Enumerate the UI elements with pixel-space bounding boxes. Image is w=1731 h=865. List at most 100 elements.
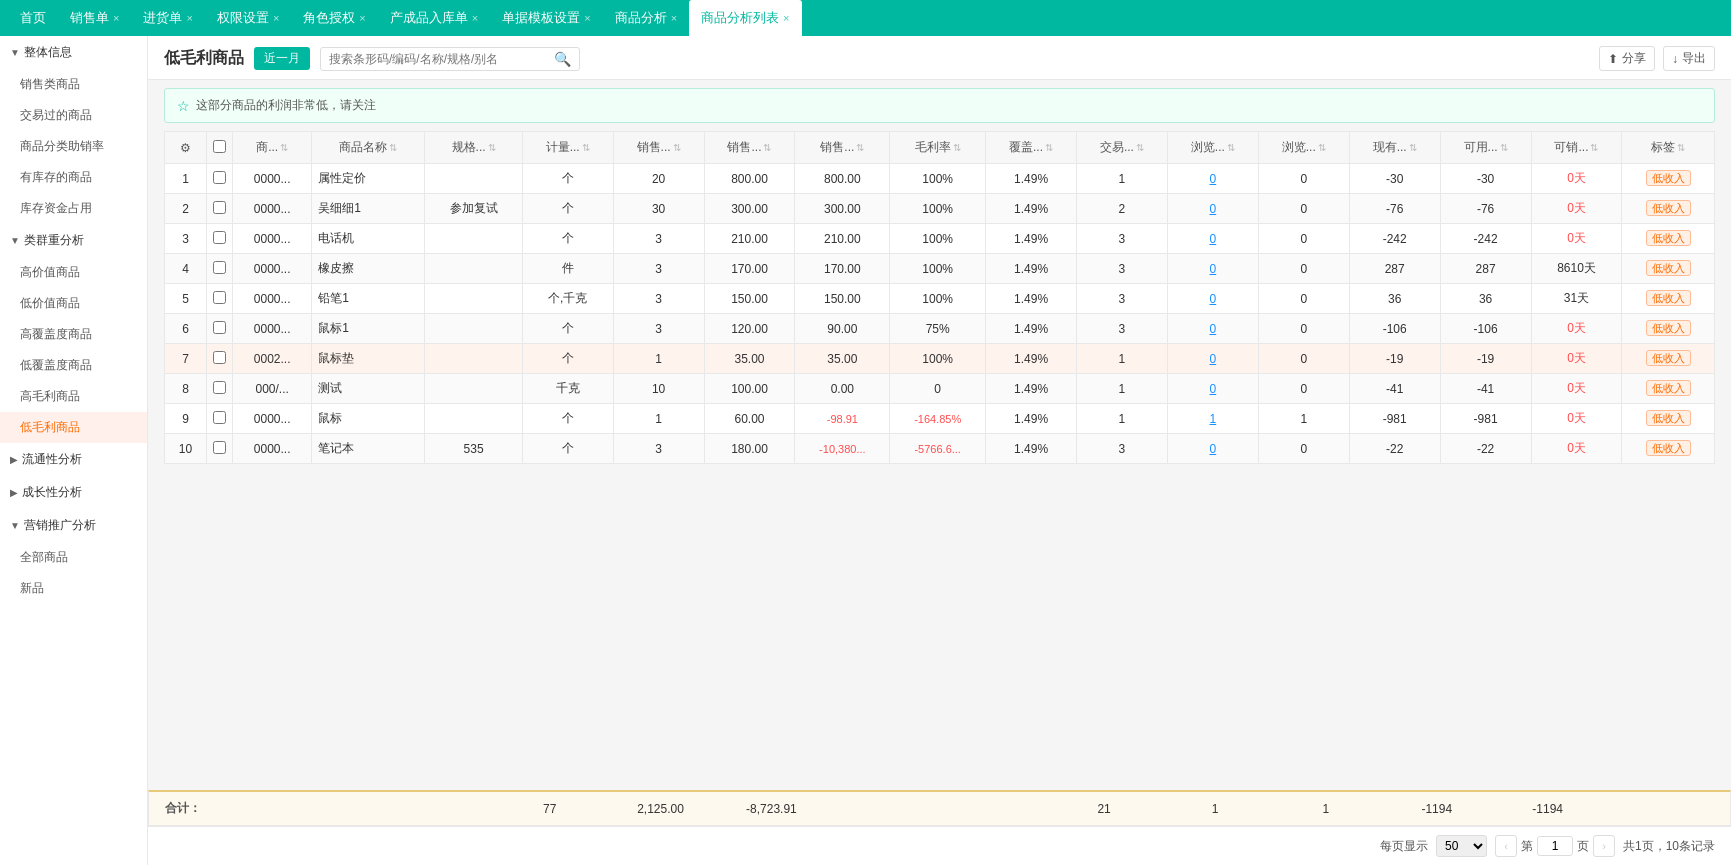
row-views1[interactable]: 0 xyxy=(1167,194,1258,224)
search-icon[interactable]: 🔍 xyxy=(554,51,571,67)
sidebar-group-cluster[interactable]: ▼ 类群重分析 xyxy=(0,224,147,257)
nav-item-analysis[interactable]: 商品分析 × xyxy=(603,0,689,36)
close-templates-icon[interactable]: × xyxy=(584,12,590,24)
unit-col-header[interactable]: 计量...⇅ xyxy=(522,132,613,164)
row-checkbox-cell[interactable] xyxy=(207,284,233,314)
row-checkbox[interactable] xyxy=(213,171,226,184)
sidebar-group-overview[interactable]: ▼ 整体信息 xyxy=(0,36,147,69)
close-permissions-icon[interactable]: × xyxy=(273,12,279,24)
date-filter-button[interactable]: 近一月 xyxy=(254,47,310,70)
close-sales-icon[interactable]: × xyxy=(113,12,119,24)
coverage-col-header[interactable]: 覆盖...⇅ xyxy=(986,132,1077,164)
settings-col-header[interactable]: ⚙ xyxy=(165,132,207,164)
row-checkbox[interactable] xyxy=(213,321,226,334)
close-analysis-icon[interactable]: × xyxy=(671,12,677,24)
tag-badge: 低收入 xyxy=(1646,380,1691,396)
code-col-header[interactable]: 商...⇅ xyxy=(233,132,312,164)
page-number-input[interactable] xyxy=(1537,836,1573,856)
row-checkbox[interactable] xyxy=(213,261,226,274)
sidebar-item-traded-goods[interactable]: 交易过的商品 xyxy=(0,100,147,131)
nav-item-templates[interactable]: 单据模板设置 × xyxy=(490,0,602,36)
close-products-icon[interactable]: × xyxy=(472,12,478,24)
arrow-down-icon-2: ▼ xyxy=(10,235,20,246)
row-checkbox[interactable] xyxy=(213,351,226,364)
sidebar-item-low-margin[interactable]: 低毛利商品 xyxy=(0,412,147,443)
sidebar-item-low-coverage[interactable]: 低覆盖度商品 xyxy=(0,350,147,381)
select-all-checkbox[interactable] xyxy=(213,140,226,153)
transactions-col-header[interactable]: 交易...⇅ xyxy=(1077,132,1168,164)
row-views1[interactable]: 0 xyxy=(1167,314,1258,344)
row-views1[interactable]: 0 xyxy=(1167,254,1258,284)
sidebar-item-low-value[interactable]: 低价值商品 xyxy=(0,288,147,319)
row-checkbox-cell[interactable] xyxy=(207,344,233,374)
sidebar-item-high-margin[interactable]: 高毛利商品 xyxy=(0,381,147,412)
sidebar-group-growth[interactable]: ▶ 成长性分析 xyxy=(0,476,147,509)
nav-item-roles[interactable]: 角色授权 × xyxy=(291,0,377,36)
row-unit: 千克 xyxy=(522,374,613,404)
row-checkbox[interactable] xyxy=(213,411,226,424)
row-views1[interactable]: 0 xyxy=(1167,374,1258,404)
row-views1[interactable]: 0 xyxy=(1167,434,1258,464)
views1-col-header[interactable]: 浏览...⇅ xyxy=(1167,132,1258,164)
next-page-button[interactable]: › xyxy=(1593,835,1615,857)
close-analysis-list-icon[interactable]: × xyxy=(783,12,789,24)
row-checkbox[interactable] xyxy=(213,201,226,214)
row-checkbox-cell[interactable] xyxy=(207,164,233,194)
sidebar-item-stocked-goods[interactable]: 有库存的商品 xyxy=(0,162,147,193)
sidebar-item-category-rate[interactable]: 商品分类助销率 xyxy=(0,131,147,162)
sales-price-col-header[interactable]: 销售...⇅ xyxy=(704,132,795,164)
close-purchase-icon[interactable]: × xyxy=(186,12,192,24)
sidebar-item-capital[interactable]: 库存资金占用 xyxy=(0,193,147,224)
sidebar-item-high-value[interactable]: 高价值商品 xyxy=(0,257,147,288)
row-checkbox-cell[interactable] xyxy=(207,194,233,224)
gross-margin-col-header[interactable]: 毛利率⇅ xyxy=(890,132,986,164)
nav-item-sales[interactable]: 销售单 × xyxy=(58,0,131,36)
table-row: 9 0000... 鼠标 个 1 60.00 -98.91 -164.85% 1… xyxy=(165,404,1715,434)
row-checkbox[interactable] xyxy=(213,381,226,394)
sidebar-item-all-goods[interactable]: 全部商品 xyxy=(0,542,147,573)
views2-col-header[interactable]: 浏览...⇅ xyxy=(1258,132,1349,164)
sales-amount-col-header[interactable]: 销售...⇅ xyxy=(795,132,890,164)
sidebar-item-high-coverage[interactable]: 高覆盖度商品 xyxy=(0,319,147,350)
share-button[interactable]: ⬆ 分享 xyxy=(1599,46,1655,71)
checkbox-col-header[interactable] xyxy=(207,132,233,164)
row-checkbox[interactable] xyxy=(213,231,226,244)
tag-col-header[interactable]: 标签⇅ xyxy=(1622,132,1715,164)
sidebar-item-new-goods[interactable]: 新品 xyxy=(0,573,147,604)
current-stock-col-header[interactable]: 现有...⇅ xyxy=(1349,132,1440,164)
export-button[interactable]: ↓ 导出 xyxy=(1663,46,1715,71)
row-checkbox[interactable] xyxy=(213,441,226,454)
nav-item-home[interactable]: 首页 xyxy=(8,0,58,36)
row-checkbox-cell[interactable] xyxy=(207,404,233,434)
row-checkbox-cell[interactable] xyxy=(207,314,233,344)
sellable-col-header[interactable]: 可销...⇅ xyxy=(1531,132,1622,164)
nav-item-purchase[interactable]: 进货单 × xyxy=(131,0,204,36)
row-views1[interactable]: 0 xyxy=(1167,344,1258,374)
spec-col-header[interactable]: 规格...⇅ xyxy=(425,132,522,164)
nav-item-analysis-list[interactable]: 商品分析列表 × xyxy=(689,0,801,36)
search-input[interactable] xyxy=(329,52,554,66)
close-roles-icon[interactable]: × xyxy=(359,12,365,24)
name-col-header[interactable]: 商品名称⇅ xyxy=(312,132,425,164)
row-checkbox-cell[interactable] xyxy=(207,374,233,404)
per-page-select[interactable]: 50 100 xyxy=(1436,835,1487,857)
row-views1[interactable]: 1 xyxy=(1167,404,1258,434)
sidebar-group-marketing[interactable]: ▼ 营销推广分析 xyxy=(0,509,147,542)
row-views1[interactable]: 0 xyxy=(1167,224,1258,254)
sidebar-group-flow[interactable]: ▶ 流通性分析 xyxy=(0,443,147,476)
row-checkbox-cell[interactable] xyxy=(207,224,233,254)
sales-qty-col-header[interactable]: 销售...⇅ xyxy=(613,132,704,164)
row-checkbox-cell[interactable] xyxy=(207,434,233,464)
nav-item-products[interactable]: 产成品入库单 × xyxy=(378,0,490,36)
row-checkbox[interactable] xyxy=(213,291,226,304)
sidebar-item-sales-goods[interactable]: 销售类商品 xyxy=(0,69,147,100)
prev-page-button[interactable]: ‹ xyxy=(1495,835,1517,857)
available-col-header[interactable]: 可用...⇅ xyxy=(1440,132,1531,164)
row-views2: 0 xyxy=(1258,194,1349,224)
row-sales-price: 300.00 xyxy=(704,194,795,224)
row-views1[interactable]: 0 xyxy=(1167,164,1258,194)
row-checkbox-cell[interactable] xyxy=(207,254,233,284)
row-views1[interactable]: 0 xyxy=(1167,284,1258,314)
nav-item-permissions[interactable]: 权限设置 × xyxy=(205,0,291,36)
row-sales-qty: 3 xyxy=(613,224,704,254)
